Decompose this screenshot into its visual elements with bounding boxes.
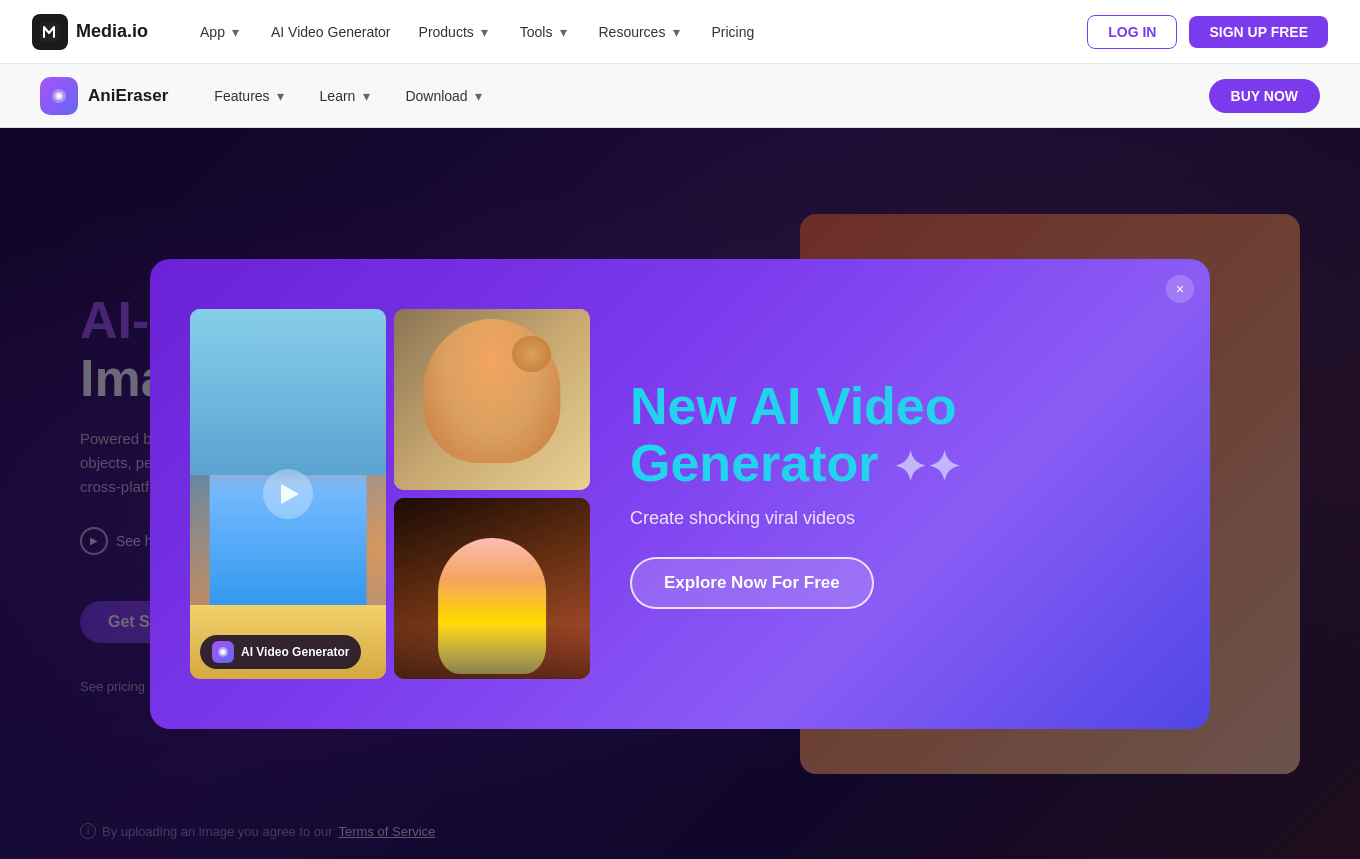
download-chevron-icon: ▾ [472,89,486,103]
subnav-download[interactable]: Download ▾ [391,80,499,112]
sparkle-icon: ✦✦ [893,445,961,489]
brand-name: AniEraser [88,86,168,106]
signup-button[interactable]: SIGN UP FREE [1189,16,1328,48]
sub-navigation: AniEraser Features ▾ Learn ▾ Download ▾ … [0,64,1360,128]
grid-image-woman [190,309,386,679]
nav-resources[interactable]: Resources ▾ [586,16,695,48]
modal-close-button[interactable]: × [1166,275,1194,303]
features-chevron-icon: ▾ [274,89,288,103]
grid-image-baby [394,498,590,679]
ai-video-badge: AI Video Generator [200,635,361,669]
ai-badge-icon [212,641,234,663]
top-nav-links: App ▾ AI Video Generator Products ▾ Tool… [188,16,1087,48]
logo-icon [32,14,68,50]
app-chevron-icon: ▾ [229,25,243,39]
play-button[interactable] [263,469,313,519]
modal-dialog: × [150,259,1210,729]
nav-products[interactable]: Products ▾ [407,16,504,48]
nav-tools[interactable]: Tools ▾ [508,16,583,48]
hero-section: AI-Powered Image... Powered by industry-… [0,128,1360,859]
subnav-learn[interactable]: Learn ▾ [306,80,388,112]
products-chevron-icon: ▾ [478,25,492,39]
modal-text-content: New AI Video Generator ✦✦ Create shockin… [630,378,1170,609]
top-navigation: Media.io App ▾ AI Video Generator Produc… [0,0,1360,64]
svg-point-6 [222,650,225,653]
modal-overlay[interactable]: × [0,128,1360,859]
explore-now-button[interactable]: Explore Now For Free [630,557,874,609]
brand-icon [40,77,78,115]
grid-image-cat [394,309,590,490]
logo-text: Media.io [76,21,148,42]
modal-subtitle: Create shocking viral videos [630,508,1170,529]
top-nav-actions: LOG IN SIGN UP FREE [1087,15,1328,49]
subnav-features[interactable]: Features ▾ [200,80,301,112]
sub-nav-links: Features ▾ Learn ▾ Download ▾ [200,80,1208,112]
nav-pricing[interactable]: Pricing [699,16,766,48]
play-triangle-icon [281,484,299,504]
ai-badge-text: AI Video Generator [241,645,349,659]
nav-app[interactable]: App ▾ [188,16,255,48]
brand-area[interactable]: AniEraser [40,77,168,115]
login-button[interactable]: LOG IN [1087,15,1177,49]
modal-title: New AI Video Generator ✦✦ [630,378,1170,492]
nav-ai-video-generator[interactable]: AI Video Generator [259,16,403,48]
buy-now-button[interactable]: BUY NOW [1209,79,1320,113]
logo[interactable]: Media.io [32,14,148,50]
svg-point-3 [57,94,61,98]
resources-chevron-icon: ▾ [669,25,683,39]
tools-chevron-icon: ▾ [556,25,570,39]
modal-image-grid: AI Video Generator [190,309,590,679]
learn-chevron-icon: ▾ [359,89,373,103]
